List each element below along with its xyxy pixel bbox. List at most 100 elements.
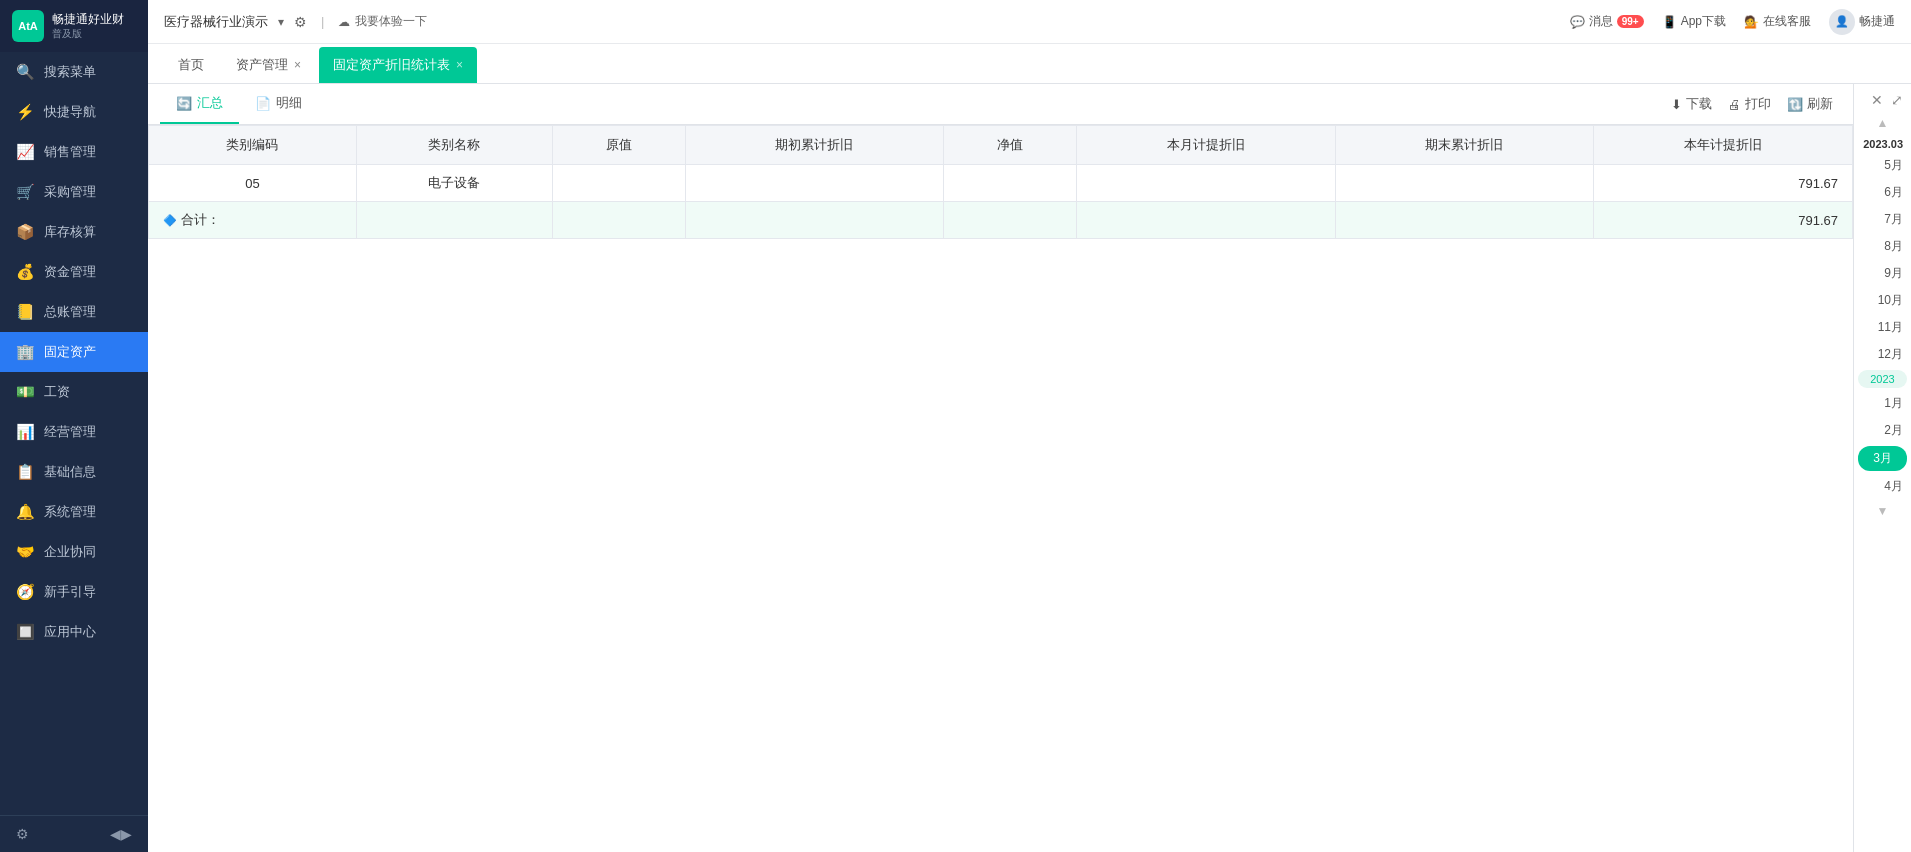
total-initial-accum [685,202,944,239]
date-month-3-active[interactable]: 3月 [1858,446,1907,471]
refresh-button[interactable]: 🔃 刷新 [1787,95,1833,113]
user-action[interactable]: 👤 畅捷通 [1829,9,1895,35]
date-month-1[interactable]: 1月 [1854,390,1911,417]
col-code: 类别编码 [149,126,357,165]
app-download-action[interactable]: 📱 App下载 [1662,13,1726,30]
online-service-action[interactable]: 💁 在线客服 [1744,13,1811,30]
sidebar-logo: AtA [12,10,44,42]
total-end-accum [1335,202,1594,239]
sidebar-item-search[interactable]: 🔍 搜索菜单 [0,52,148,92]
avatar: 👤 [1829,9,1855,35]
sidebar-app-title: 畅捷通好业财 [52,11,124,28]
sidebar-item-basic-info[interactable]: 📋 基础信息 [0,452,148,492]
inner-tabbar: 🔄 汇总 📄 明细 ⬇ 下载 🖨 打印 [148,84,1853,125]
sidebar-item-label: 经营管理 [44,423,96,441]
message-action[interactable]: 💬 消息 99+ [1570,13,1644,30]
sidebar-item-guide[interactable]: 🧭 新手引导 [0,572,148,612]
sidebar-item-enterprise[interactable]: 🤝 企业协同 [0,532,148,572]
cell-end-accum [1335,165,1594,202]
sidebar-item-label: 企业协同 [44,543,96,561]
sales-icon: 📈 [16,143,34,161]
date-month-10[interactable]: 10月 [1854,287,1911,314]
total-name [356,202,552,239]
sidebar-header: AtA 畅捷通好业财 普及版 [0,0,148,52]
date-year-label[interactable]: 2023.03 [1854,134,1911,152]
sidebar-item-quick-nav[interactable]: ⚡ 快捷导航 [0,92,148,132]
sidebar-item-label: 搜索菜单 [44,63,96,81]
sidebar-item-inventory[interactable]: 📦 库存核算 [0,212,148,252]
enterprise-icon: 🤝 [16,543,34,561]
date-month-8[interactable]: 8月 [1854,233,1911,260]
sidebar-item-purchase[interactable]: 🛒 采购管理 [0,172,148,212]
tab-home[interactable]: 首页 [164,47,218,83]
total-month-deprec [1077,202,1336,239]
page-content: 🔄 汇总 📄 明细 ⬇ 下载 🖨 打印 [148,84,1911,852]
inner-tab-detail[interactable]: 📄 明细 [239,84,318,124]
inventory-icon: 📦 [16,223,34,241]
company-dropdown-icon[interactable]: ▾ [278,15,284,29]
download-icon: 📱 [1662,15,1677,29]
table-header-row: 类别编码 类别名称 原值 期初累计折旧 净值 本月计提折旧 期末累计折旧 本年计… [149,126,1853,165]
download-button[interactable]: ⬇ 下载 [1671,95,1712,113]
panel-close-button[interactable]: ✕ [1869,90,1885,110]
ledger-icon: 📒 [16,303,34,321]
tab-asset-mgmt[interactable]: 资产管理 × [222,47,315,83]
cell-initial-accum [685,165,944,202]
quick-nav-icon: ⚡ [16,103,34,121]
tab-fixed-asset-depreciation[interactable]: 固定资产折旧统计表 × [319,47,477,83]
sidebar-item-label: 应用中心 [44,623,96,641]
experience-button[interactable]: ☁ 我要体验一下 [338,13,427,30]
date-month-9[interactable]: 9月 [1854,260,1911,287]
col-name: 类别名称 [356,126,552,165]
sidebar-item-ledger[interactable]: 📒 总账管理 [0,292,148,332]
date-month-4[interactable]: 4月 [1854,473,1911,500]
date-month-5[interactable]: 5月 [1854,152,1911,179]
settings-icon[interactable]: ⚙ [16,826,29,842]
table-row: 05 电子设备 791.67 [149,165,1853,202]
panel-expand-button[interactable]: ⤢ [1889,90,1905,110]
date-year-active[interactable]: 2023 [1858,370,1907,388]
date-nav-up[interactable]: ▲ [1854,112,1911,134]
tabbar: 首页 资产管理 × 固定资产折旧统计表 × [148,44,1911,84]
sidebar-item-system[interactable]: 🔔 系统管理 [0,492,148,532]
table-container: 类别编码 类别名称 原值 期初累计折旧 净值 本月计提折旧 期末累计折旧 本年计… [148,125,1853,239]
cell-name: 电子设备 [356,165,552,202]
depreciation-table: 类别编码 类别名称 原值 期初累计折旧 净值 本月计提折旧 期末累计折旧 本年计… [148,125,1853,239]
asset-mgmt-close-icon[interactable]: × [294,58,301,72]
download-label: 下载 [1686,95,1712,113]
sidebar-item-fixed-asset[interactable]: 🏢 固定资产 [0,332,148,372]
tab-close-icon[interactable]: × [456,58,463,72]
right-panel-header: ✕ ⤢ [1854,84,1911,110]
sidebar-item-app-center[interactable]: 🔲 应用中心 [0,612,148,652]
sidebar-item-sales[interactable]: 📈 销售管理 [0,132,148,172]
sidebar-item-label: 库存核算 [44,223,96,241]
sidebar-item-operations[interactable]: 📊 经营管理 [0,412,148,452]
purchase-icon: 🛒 [16,183,34,201]
sidebar-item-fund[interactable]: 💰 资金管理 [0,252,148,292]
search-icon: 🔍 [16,63,34,81]
detail-tab-icon: 📄 [255,96,271,111]
sidebar-item-payroll[interactable]: 💵 工资 [0,372,148,412]
guide-icon: 🧭 [16,583,34,601]
date-month-6[interactable]: 6月 [1854,179,1911,206]
date-month-12[interactable]: 12月 [1854,341,1911,368]
print-button[interactable]: 🖨 打印 [1728,95,1771,113]
right-panel: ✕ ⤢ ▲ 2023.03 5月 6月 7月 8月 9月 10月 11月 12月 [1853,84,1911,852]
company-settings-icon[interactable]: ⚙ [294,14,307,30]
refresh-label: 刷新 [1807,95,1833,113]
col-initial-accum: 期初累计折旧 [685,126,944,165]
topbar-left: 医疗器械行业演示 ▾ ⚙ | ☁ 我要体验一下 [164,13,427,31]
total-year-deprec: 791.67 [1594,202,1853,239]
inner-tab-summary[interactable]: 🔄 汇总 [160,84,239,124]
payroll-icon: 💵 [16,383,34,401]
sidebar-item-label: 固定资产 [44,343,96,361]
date-nav-down[interactable]: ▼ [1854,500,1911,522]
date-month-7[interactable]: 7月 [1854,206,1911,233]
main-area: 医疗器械行业演示 ▾ ⚙ | ☁ 我要体验一下 💬 消息 99+ 📱 App下载… [148,0,1911,852]
date-month-11[interactable]: 11月 [1854,314,1911,341]
date-month-2[interactable]: 2月 [1854,417,1911,444]
total-expand-icon[interactable]: 🔷 [163,214,177,227]
collapse-sidebar-icon[interactable]: ◀▶ [110,826,132,842]
tab-active-label: 固定资产折旧统计表 [333,56,450,74]
toolbar: ⬇ 下载 🖨 打印 🔃 刷新 [1663,91,1841,117]
